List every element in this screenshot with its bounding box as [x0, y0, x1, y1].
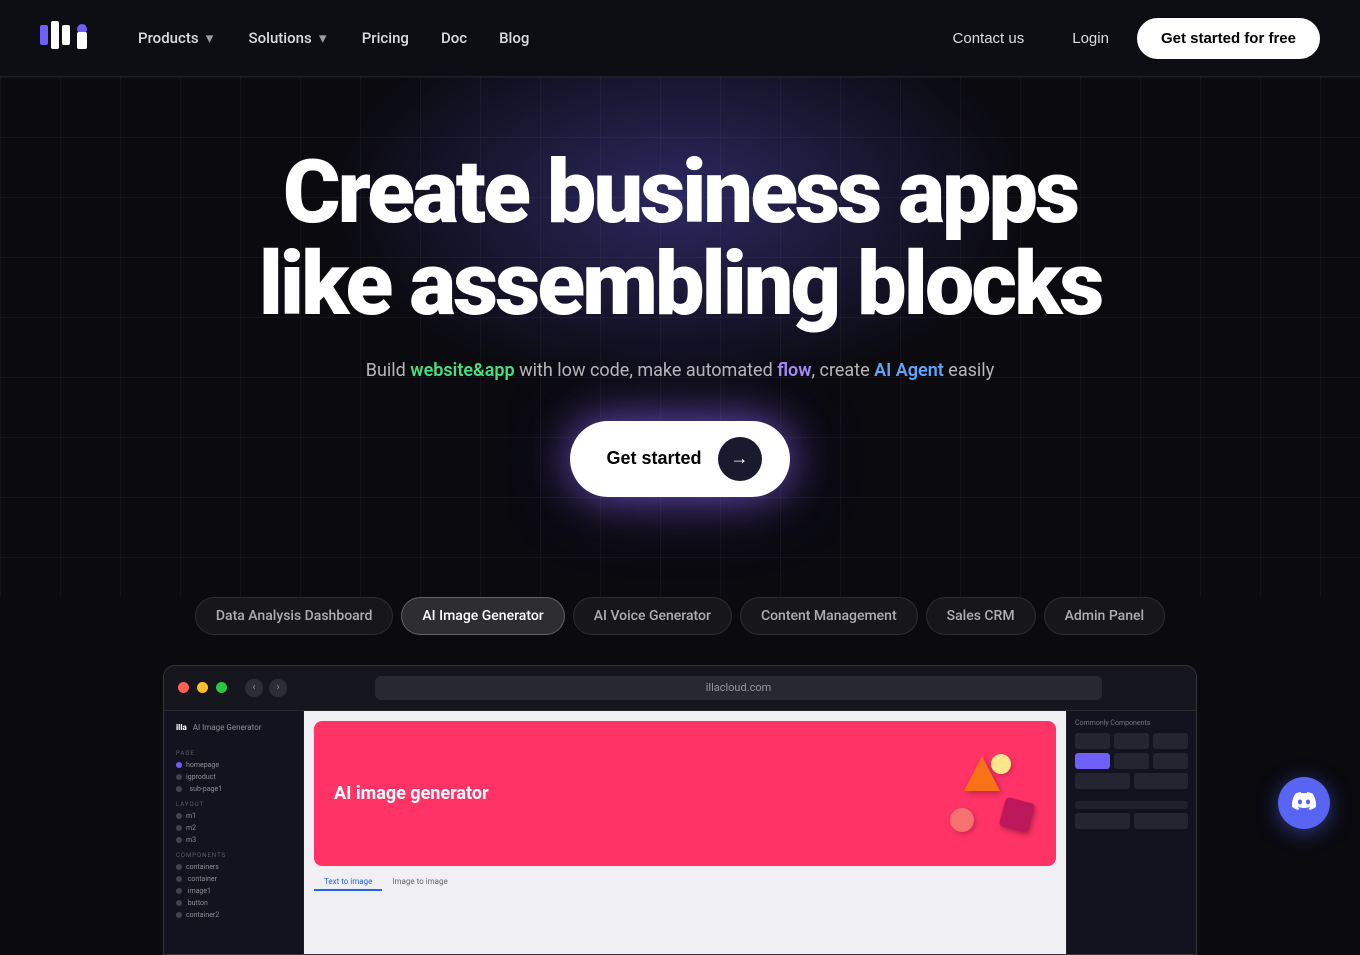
panel-row-1: [1075, 733, 1188, 749]
nav-products[interactable]: Products ▾: [124, 21, 231, 55]
preview-panel: Commonly Components: [1066, 711, 1196, 955]
canvas-card-title: AI image generator: [334, 783, 489, 804]
highlight-flow: flow: [777, 360, 811, 381]
tree-m2[interactable]: m2: [172, 822, 295, 834]
sidebar-layout-label: LAYOUT: [172, 795, 295, 810]
forward-icon[interactable]: ›: [269, 679, 287, 697]
get-started-hero-button[interactable]: Get started →: [570, 421, 789, 497]
traffic-light-red: [178, 682, 189, 693]
nav-arrows: ‹ ›: [245, 679, 287, 697]
url-bar[interactable]: illacloud.com: [375, 676, 1102, 700]
tab-ai-voice[interactable]: AI Voice Generator: [573, 597, 732, 635]
panel-block: [1114, 733, 1149, 749]
panel-row-4: [1075, 813, 1188, 829]
login-button[interactable]: Login: [1052, 21, 1129, 56]
tab-data-analysis[interactable]: Data Analysis Dashboard: [195, 597, 394, 635]
hero-section: Create business apps like assembling blo…: [0, 77, 1360, 597]
discord-button[interactable]: [1278, 777, 1330, 829]
panel-row-3: [1075, 773, 1188, 789]
panel-block-purple: [1075, 753, 1110, 769]
panel-block: [1134, 773, 1189, 789]
panel-block: [1075, 733, 1110, 749]
panel-block: [1134, 813, 1189, 829]
cta-wrapper: Get started →: [40, 421, 1320, 497]
tree-m1[interactable]: m1: [172, 810, 295, 822]
get-started-nav-button[interactable]: Get started for free: [1137, 18, 1320, 59]
panel-block: [1114, 753, 1149, 769]
canvas-illustration: [946, 748, 1036, 838]
traffic-light-yellow: [197, 682, 208, 693]
panel-block: [1075, 813, 1130, 829]
nav-right: Contact us Login Get started for free: [933, 18, 1320, 59]
nav-links: Products ▾ Solutions ▾ Pricing Doc Blog: [124, 21, 543, 55]
hero-title: Create business apps like assembling blo…: [130, 147, 1230, 332]
traffic-light-green: [216, 682, 227, 693]
chevron-down-icon: ▾: [203, 31, 217, 45]
demo-tabs: Data Analysis Dashboard AI Image Generat…: [0, 597, 1360, 665]
chevron-down-icon: ▾: [316, 31, 330, 45]
panel-row-2: [1075, 753, 1188, 769]
panel-divider: [1075, 801, 1188, 809]
preview-titlebar: ‹ › illacloud.com: [164, 666, 1196, 711]
canvas-tab-text-to-image[interactable]: Text to image: [314, 874, 382, 891]
preview-canvas: AI image generator Text to image Image t…: [304, 711, 1066, 955]
hero-subtitle: Build website&app with low code, make au…: [40, 360, 1320, 381]
canvas-tabs-row: Text to image Image to image: [314, 874, 1056, 891]
sidebar-pages-label: PAGE: [172, 744, 295, 759]
panel-block: [1153, 733, 1188, 749]
nav-blog[interactable]: Blog: [485, 21, 543, 55]
tab-admin-panel[interactable]: Admin Panel: [1044, 597, 1165, 635]
highlight-website: website&app: [410, 360, 514, 381]
tab-ai-image[interactable]: AI Image Generator: [401, 597, 564, 635]
tree-container1[interactable]: container: [172, 873, 295, 885]
discord-icon: [1292, 791, 1316, 816]
tree-homepage[interactable]: homepage: [172, 759, 295, 771]
nav-solutions[interactable]: Solutions ▾: [235, 21, 344, 55]
back-icon[interactable]: ‹: [245, 679, 263, 697]
tree-button1[interactable]: button: [172, 897, 295, 909]
navbar: Products ▾ Solutions ▾ Pricing Doc Blog …: [0, 0, 1360, 77]
sidebar-logo-row: illa AI Image Generator: [172, 719, 295, 736]
panel-block: [1075, 773, 1130, 789]
preview-section: ‹ › illacloud.com illa AI Image Generato…: [0, 665, 1360, 955]
nav-doc[interactable]: Doc: [427, 21, 481, 55]
tree-image1[interactable]: image1: [172, 885, 295, 897]
canvas-card: AI image generator: [314, 721, 1056, 866]
logo[interactable]: [40, 21, 92, 55]
contact-button[interactable]: Contact us: [933, 21, 1045, 56]
tree-m3[interactable]: m3: [172, 834, 295, 846]
nav-left: Products ▾ Solutions ▾ Pricing Doc Blog: [40, 21, 543, 55]
preview-window: ‹ › illacloud.com illa AI Image Generato…: [163, 665, 1197, 955]
tab-content-mgmt[interactable]: Content Management: [740, 597, 918, 635]
highlight-agent: AI Agent: [874, 360, 944, 381]
preview-body: illa AI Image Generator PAGE homepage ig…: [164, 711, 1196, 955]
logo-text: [40, 21, 92, 55]
tree-product[interactable]: igproduct: [172, 771, 295, 783]
tree-containers[interactable]: containers: [172, 861, 295, 873]
nav-pricing[interactable]: Pricing: [348, 21, 423, 55]
cta-arrow-icon: →: [718, 437, 762, 481]
canvas-tab-image-to-image[interactable]: Image to image: [382, 874, 457, 891]
tree-container2[interactable]: container2: [172, 909, 295, 921]
panel-label: Commonly Components: [1075, 719, 1188, 727]
panel-block: [1153, 753, 1188, 769]
tree-subpage[interactable]: sub-page1: [172, 783, 295, 795]
preview-sidebar: illa AI Image Generator PAGE homepage ig…: [164, 711, 304, 955]
tab-sales-crm[interactable]: Sales CRM: [926, 597, 1036, 635]
